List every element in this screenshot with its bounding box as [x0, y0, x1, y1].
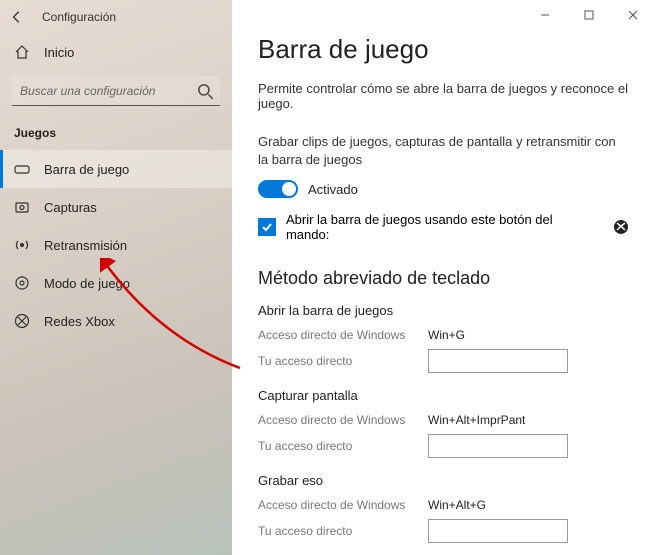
record-toggle[interactable]	[258, 180, 298, 198]
close-button[interactable]	[611, 0, 655, 30]
shortcut-group: Capturar pantalla Acceso directo de Windo…	[258, 388, 629, 459]
maximize-button[interactable]	[567, 0, 611, 30]
main-content: Barra de juego Permite controlar cómo se…	[232, 0, 655, 555]
titlebar: Configuración	[0, 0, 232, 34]
sidebar-item-label: Retransmisión	[44, 238, 127, 253]
windows-shortcut-value: Win+Alt+ImprPant	[428, 413, 525, 427]
page-title: Barra de juego	[258, 34, 629, 65]
sidebar-item-label: Redes Xbox	[44, 314, 115, 329]
xbox-guide-icon	[613, 219, 629, 235]
sidebar-item-redes-xbox[interactable]: Redes Xbox	[0, 302, 232, 340]
captures-icon	[14, 199, 30, 215]
toggle-state-label: Activado	[308, 182, 358, 197]
shortcut-title: Capturar pantalla	[258, 388, 629, 403]
controller-checkbox-row: Abrir la barra de juegos usando este bot…	[258, 212, 629, 242]
shortcut-title: Grabar eso	[258, 473, 629, 488]
shortcuts-heading: Método abreviado de teclado	[258, 268, 629, 289]
sidebar-item-retransmision[interactable]: Retransmisión	[0, 226, 232, 264]
user-shortcut-label: Tu acceso directo	[258, 439, 428, 453]
sidebar-item-capturas[interactable]: Capturas	[0, 188, 232, 226]
search-input[interactable]	[12, 76, 220, 106]
sidebar-item-label: Modo de juego	[44, 276, 130, 291]
user-shortcut-input[interactable]	[428, 349, 568, 373]
controller-checkbox[interactable]	[258, 218, 276, 236]
gamemode-icon	[14, 275, 30, 291]
gamebar-icon	[14, 161, 30, 177]
search-wrap	[12, 76, 220, 106]
controller-checkbox-label: Abrir la barra de juegos usando este bot…	[286, 212, 599, 242]
minimize-button[interactable]	[523, 0, 567, 30]
home-icon	[14, 44, 30, 60]
shortcut-group: Abrir la barra de juegos Acceso directo d…	[258, 303, 629, 374]
windows-shortcut-value: Win+Alt+G	[428, 498, 486, 512]
xbox-icon	[14, 313, 30, 329]
windows-shortcut-label: Acceso directo de Windows	[258, 413, 428, 427]
sidebar-item-modo-de-juego[interactable]: Modo de juego	[0, 264, 232, 302]
search-icon[interactable]	[196, 82, 214, 100]
windows-shortcut-label: Acceso directo de Windows	[258, 498, 428, 512]
shortcut-title: Abrir la barra de juegos	[258, 303, 629, 318]
sidebar-item-barra-de-juego[interactable]: Barra de juego	[0, 150, 232, 188]
user-shortcut-input[interactable]	[428, 434, 568, 458]
record-label: Grabar clips de juegos, capturas de pant…	[258, 133, 629, 168]
nav-group-title: Juegos	[0, 118, 232, 150]
home-link[interactable]: Inicio	[0, 34, 232, 70]
sidebar: Configuración Inicio Juegos Barra de jue…	[0, 0, 232, 555]
broadcast-icon	[14, 237, 30, 253]
back-icon[interactable]	[10, 10, 24, 24]
windows-shortcut-value: Win+G	[428, 328, 465, 342]
user-shortcut-label: Tu acceso directo	[258, 524, 428, 538]
sidebar-item-label: Capturas	[44, 200, 97, 215]
app-title: Configuración	[42, 10, 116, 24]
user-shortcut-input[interactable]	[428, 519, 568, 543]
page-description: Permite controlar cómo se abre la barra …	[258, 81, 629, 111]
shortcut-group: Grabar eso Acceso directo de WindowsWin+A…	[258, 473, 629, 544]
windows-shortcut-label: Acceso directo de Windows	[258, 328, 428, 342]
record-toggle-row: Activado	[258, 180, 629, 198]
sidebar-item-label: Barra de juego	[44, 162, 129, 177]
user-shortcut-label: Tu acceso directo	[258, 354, 428, 368]
home-label: Inicio	[44, 45, 74, 60]
window-controls	[523, 0, 655, 30]
